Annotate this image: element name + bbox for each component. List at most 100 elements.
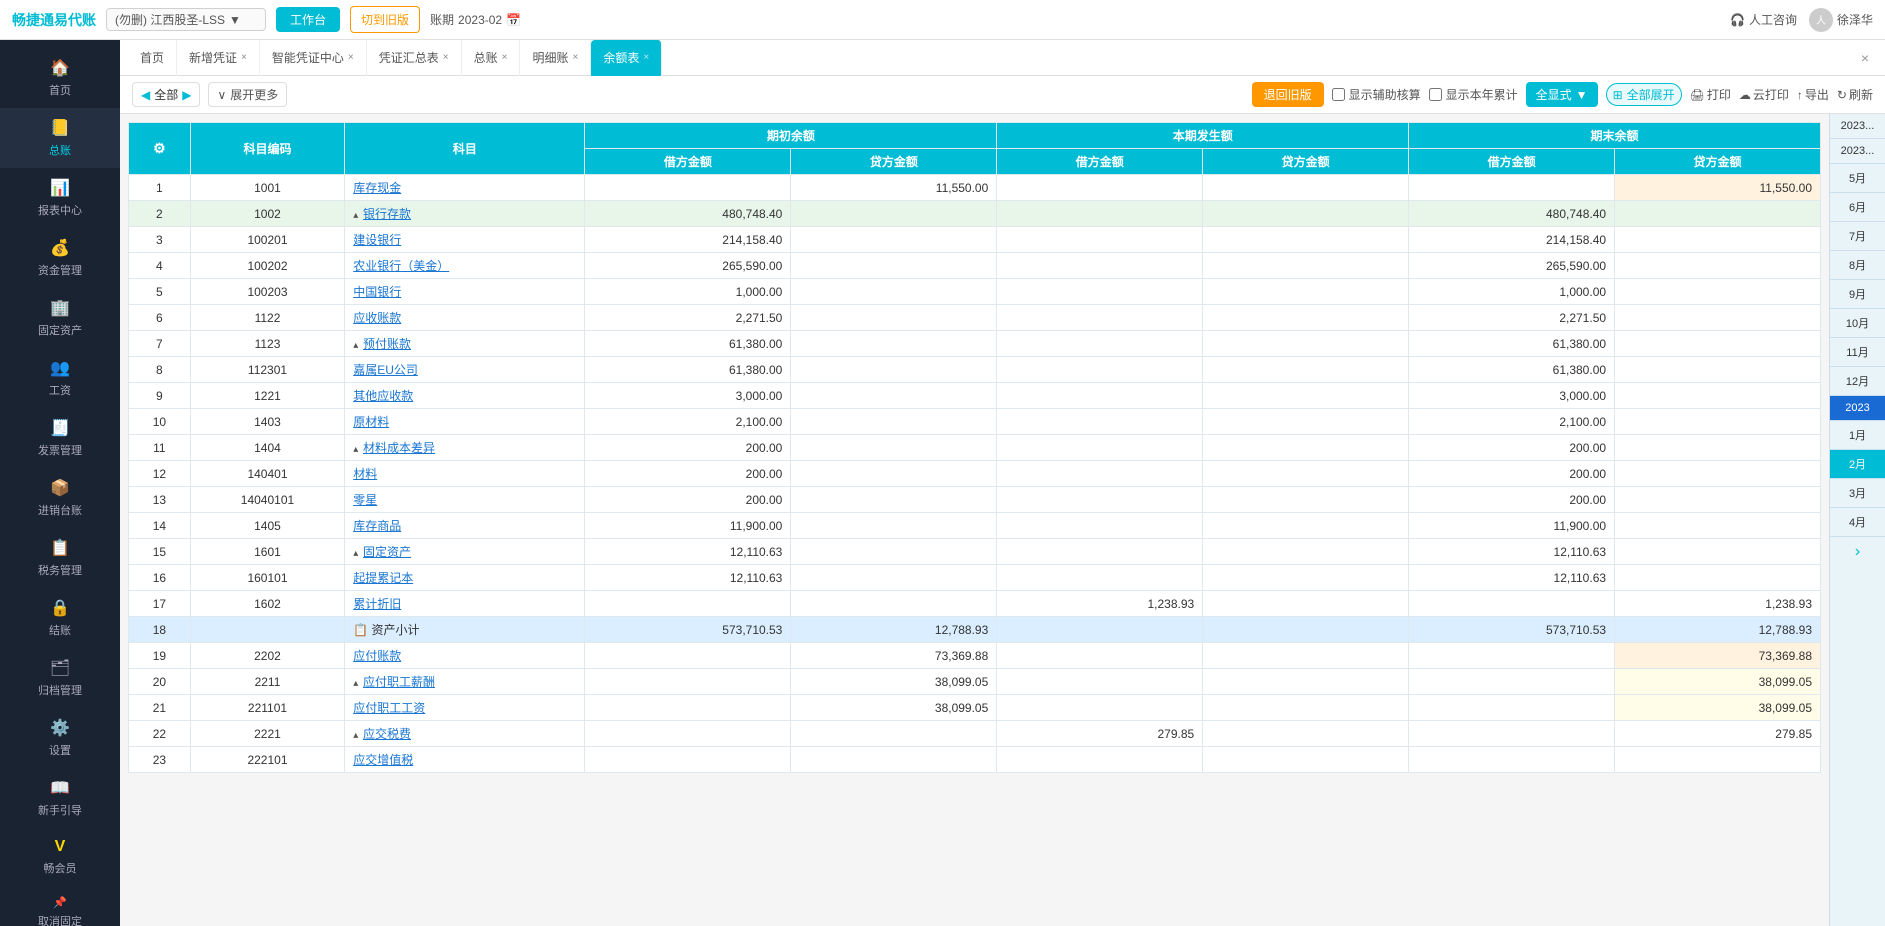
user-profile[interactable]: 人 徐泽华	[1809, 8, 1873, 32]
cell-name[interactable]: ▴ 固定资产	[345, 539, 585, 565]
subject-link[interactable]: 应收账款	[353, 311, 401, 325]
show-subsidiary-check[interactable]: 显示辅助核算	[1332, 86, 1421, 103]
subject-link[interactable]: 库存商品	[353, 519, 401, 533]
right-panel-item-apr[interactable]: 4月	[1830, 508, 1885, 537]
right-panel-item-9[interactable]: 9月	[1830, 280, 1885, 309]
subject-link[interactable]: 应付职工薪酬	[363, 675, 435, 689]
cell-name[interactable]: 累计折旧	[345, 591, 585, 617]
service-button[interactable]: 🎧 人工咨询	[1730, 11, 1797, 28]
right-panel-item-jan[interactable]: 1月	[1830, 421, 1885, 450]
tab-balance-sheet[interactable]: 余额表 ×	[591, 40, 662, 76]
right-panel-item-5[interactable]: 5月	[1830, 164, 1885, 193]
close-icon[interactable]: ×	[502, 52, 508, 63]
close-icon[interactable]: ×	[348, 52, 354, 63]
settings-gear-header[interactable]: ⚙	[129, 123, 191, 175]
cell-name[interactable]: 应付职工工资	[345, 695, 585, 721]
tab-general-ledger[interactable]: 总账 ×	[462, 40, 521, 76]
cell-name[interactable]: 农业银行（美金）	[345, 253, 585, 279]
cell-name[interactable]: 建设银行	[345, 227, 585, 253]
subject-link[interactable]: 材料成本差异	[363, 441, 435, 455]
tab-home[interactable]: 首页	[128, 40, 177, 76]
subject-link[interactable]: 应付账款	[353, 649, 401, 663]
close-icon[interactable]: ×	[643, 52, 649, 63]
cell-name[interactable]: 嘉属EU公司	[345, 357, 585, 383]
unpin-button[interactable]: 📌 取消固定	[0, 886, 120, 926]
right-panel-item-7[interactable]: 7月	[1830, 222, 1885, 251]
tab-smart-voucher[interactable]: 智能凭证中心 ×	[260, 40, 367, 76]
close-all-tabs-button[interactable]: ×	[1853, 50, 1877, 66]
ytd-checkbox[interactable]	[1429, 88, 1442, 101]
sidebar-item-invoice[interactable]: 🧾 发票管理	[0, 408, 120, 468]
cell-name[interactable]: 应交增值税	[345, 747, 585, 773]
show-ytd-check[interactable]: 显示本年累计	[1429, 86, 1518, 103]
expand-row-icon[interactable]: ▴	[353, 210, 361, 221]
sidebar-item-archive[interactable]: 🗂 归档管理	[0, 648, 120, 708]
cell-name[interactable]: 库存商品	[345, 513, 585, 539]
sidebar-item-purchase[interactable]: 📦 进销台账	[0, 468, 120, 528]
subject-link[interactable]: 应交税费	[363, 727, 411, 741]
sidebar-item-settings[interactable]: ⚙️ 设置	[0, 708, 120, 768]
cell-name[interactable]: 零星	[345, 487, 585, 513]
sidebar-item-closing[interactable]: 🔒 结账	[0, 588, 120, 648]
expand-row-icon[interactable]: ▴	[353, 730, 361, 741]
right-panel-item-6[interactable]: 6月	[1830, 193, 1885, 222]
expand-all-toggle[interactable]: ⊞ 全部展开	[1606, 83, 1682, 106]
expand-more-button[interactable]: ∨ 展开更多	[208, 82, 287, 107]
right-panel-item[interactable]: 2023...	[1830, 139, 1885, 164]
export-button[interactable]: ↑ 导出	[1797, 86, 1829, 103]
sidebar-item-home[interactable]: 🏠 首页	[0, 48, 120, 108]
cell-name[interactable]: 材料	[345, 461, 585, 487]
refresh-button[interactable]: ↻ 刷新	[1837, 86, 1873, 103]
cell-name[interactable]: ▴ 应付职工薪酬	[345, 669, 585, 695]
sidebar-item-assets[interactable]: 🏢 固定资产	[0, 288, 120, 348]
subject-link[interactable]: 零星	[353, 493, 377, 507]
subject-link[interactable]: 材料	[353, 467, 377, 481]
cell-name[interactable]: 应收账款	[345, 305, 585, 331]
right-panel-close-btn[interactable]: ›	[1830, 537, 1885, 567]
sidebar-item-payroll[interactable]: 👥 工资	[0, 348, 120, 408]
calendar-icon[interactable]: 📅	[506, 13, 521, 27]
sidebar-item-member[interactable]: V 畅会员	[0, 828, 120, 886]
company-selector[interactable]: (勿删) 江西股圣-LSS ▼	[106, 8, 266, 31]
cell-name[interactable]: 中国银行	[345, 279, 585, 305]
subject-link[interactable]: 应付职工工资	[353, 701, 425, 715]
cell-name[interactable]: 起提累记本	[345, 565, 585, 591]
sidebar-item-funds[interactable]: 💰 资金管理	[0, 228, 120, 288]
subject-link[interactable]: 农业银行（美金）	[353, 259, 449, 273]
subject-link[interactable]: 其他应收款	[353, 389, 413, 403]
cell-name[interactable]: ▴ 银行存款	[345, 201, 585, 227]
close-icon[interactable]: ×	[241, 52, 247, 63]
subject-link[interactable]: 预付账款	[363, 337, 411, 351]
expand-row-icon[interactable]: ▴	[353, 548, 361, 559]
expand-row-icon[interactable]: ▴	[353, 678, 361, 689]
cell-name[interactable]: ▴ 预付账款	[345, 331, 585, 357]
right-panel-item-feb[interactable]: 2月	[1830, 450, 1885, 479]
cell-name[interactable]: 库存现金	[345, 175, 585, 201]
print-button[interactable]: 🖨 打印	[1690, 86, 1731, 103]
subject-link[interactable]: 原材料	[353, 415, 389, 429]
close-icon[interactable]: ×	[443, 52, 449, 63]
subject-link[interactable]: 建设银行	[353, 233, 401, 247]
expand-row-icon[interactable]: ▴	[353, 444, 361, 455]
right-panel-item-mar[interactable]: 3月	[1830, 479, 1885, 508]
right-panel-item-8[interactable]: 8月	[1830, 251, 1885, 280]
full-mode-button[interactable]: 全显式 ▼	[1526, 82, 1598, 107]
right-panel-item[interactable]: 2023...	[1830, 114, 1885, 139]
sidebar-item-tax[interactable]: 📋 税务管理	[0, 528, 120, 588]
subject-link[interactable]: 累计折旧	[353, 597, 401, 611]
subject-link[interactable]: 固定资产	[363, 545, 411, 559]
cell-name[interactable]: ▴ 应交税费	[345, 721, 585, 747]
subject-link[interactable]: 应交增值税	[353, 753, 413, 767]
subsidiary-checkbox[interactable]	[1332, 88, 1345, 101]
sidebar-item-guide[interactable]: 📖 新手引导	[0, 768, 120, 828]
tab-voucher-new[interactable]: 新增凭证 ×	[177, 40, 260, 76]
cell-name[interactable]: 原材料	[345, 409, 585, 435]
right-panel-item-12[interactable]: 12月	[1830, 367, 1885, 396]
cell-name[interactable]: ▴ 材料成本差异	[345, 435, 585, 461]
close-icon[interactable]: ×	[572, 52, 578, 63]
subject-link[interactable]: 库存现金	[353, 181, 401, 195]
sidebar-item-reports[interactable]: 📊 报表中心	[0, 168, 120, 228]
subject-link[interactable]: 中国银行	[353, 285, 401, 299]
subject-link[interactable]: 嘉属EU公司	[353, 363, 418, 377]
tab-voucher-summary[interactable]: 凭证汇总表 ×	[367, 40, 462, 76]
